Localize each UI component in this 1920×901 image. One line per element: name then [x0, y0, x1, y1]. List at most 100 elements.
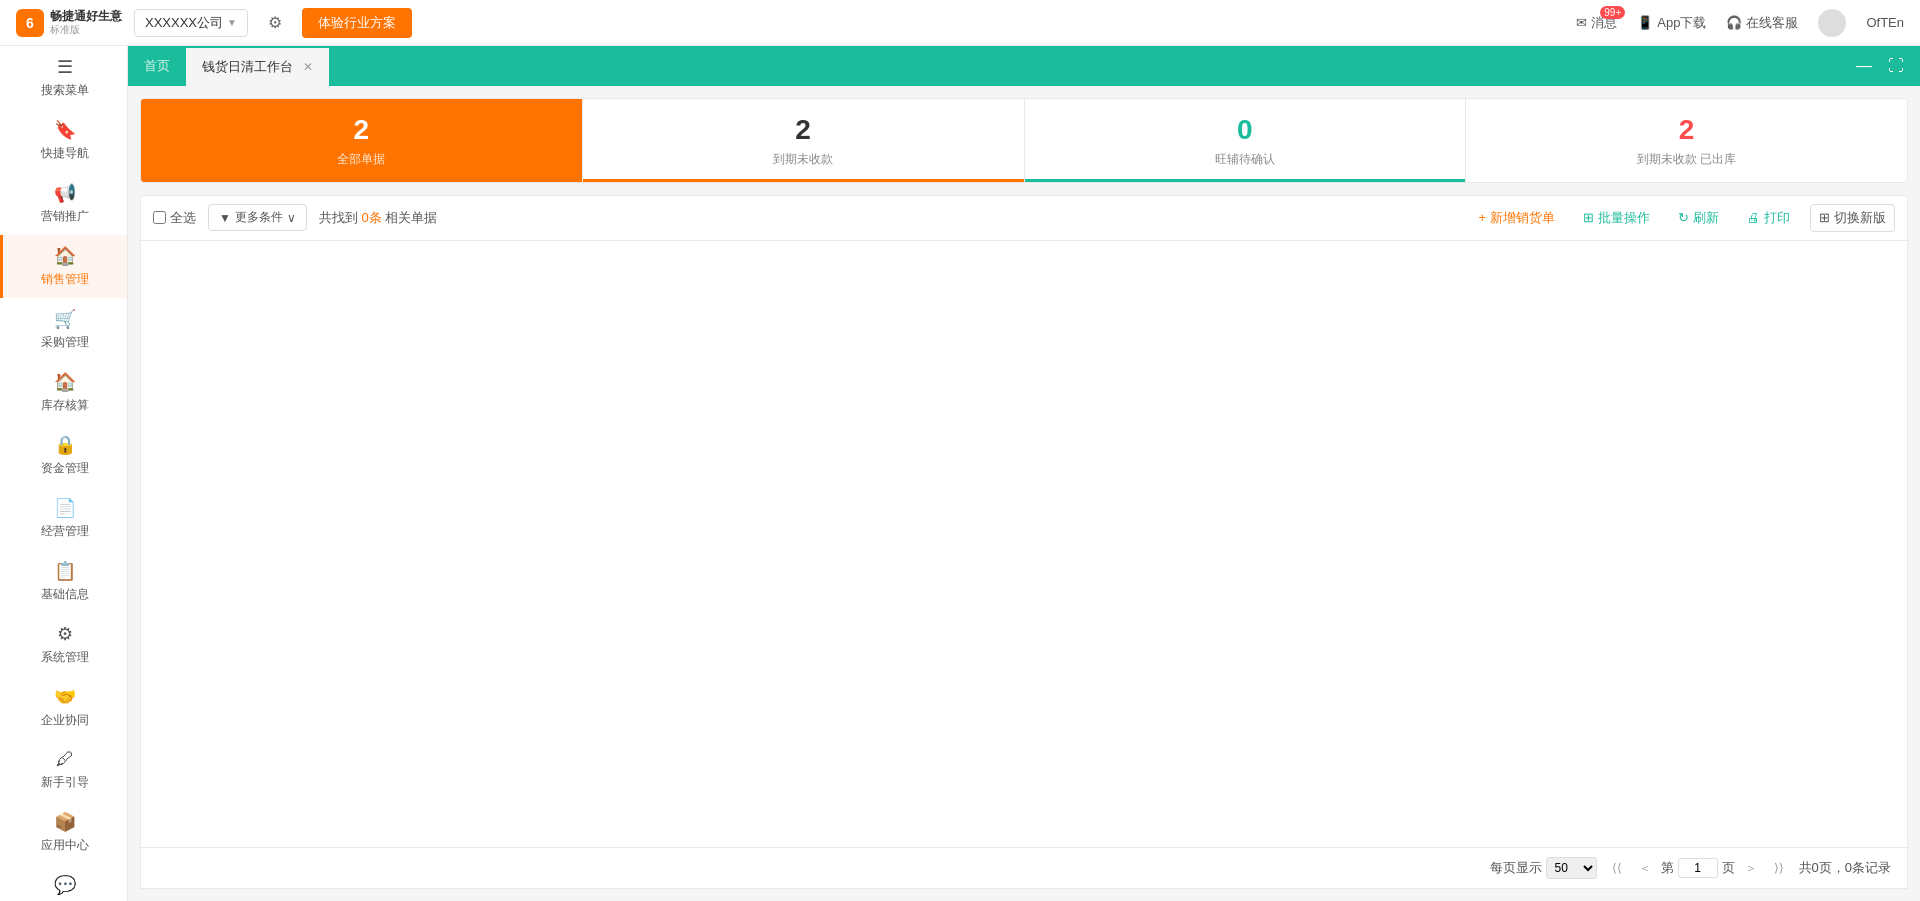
sidebar-item-app-center[interactable]: 📦 应用中心: [0, 801, 127, 864]
sidebar-item-finance[interactable]: 🔒 资金管理: [0, 424, 127, 487]
sidebar-item-label: 应用中心: [41, 837, 89, 854]
chevron-down-icon: ▼: [227, 17, 237, 28]
tab-close-icon[interactable]: ✕: [303, 60, 313, 74]
table-area: [140, 240, 1908, 848]
company-selector[interactable]: XXXXXX公司 ▼: [134, 9, 248, 37]
page-unit: 页: [1722, 859, 1735, 877]
page-nav: ⟨⟨ ＜ 第 页 ＞ ⟩⟩: [1605, 856, 1791, 880]
sidebar-item-sales[interactable]: 🏠 销售管理: [0, 235, 127, 298]
sidebar-item-quick-nav[interactable]: 🔖 快捷导航: [0, 109, 127, 172]
page-size-dropdown[interactable]: 20 50 100: [1546, 857, 1597, 879]
marketing-icon: 📢: [54, 182, 76, 204]
stats-row: 2 全部单据 2 到期未收款 0 旺辅待确认 2 到期未收款 已出库: [140, 98, 1908, 183]
finance-icon: 🔒: [54, 434, 76, 456]
tab-home[interactable]: 首页: [128, 46, 186, 86]
username: OfTEn: [1866, 15, 1904, 30]
stat-card-all[interactable]: 2 全部单据: [141, 99, 583, 182]
refresh-icon: ↻: [1678, 210, 1689, 225]
add-order-button[interactable]: + 新增销货单: [1470, 205, 1563, 231]
tab-bar: 首页 钱货日清工作台 ✕ — ⛶: [128, 46, 1920, 86]
sidebar-item-label: 基础信息: [41, 586, 89, 603]
stat-card-overdue-unshipped[interactable]: 2 到期未收款 已出库: [1466, 99, 1907, 182]
purchase-icon: 🛒: [54, 308, 76, 330]
stat-number-overdue-unshipped: 2: [1679, 113, 1695, 147]
sidebar-item-label: 销售管理: [41, 271, 89, 288]
print-button[interactable]: 🖨 打印: [1739, 205, 1798, 231]
print-label: 打印: [1764, 209, 1790, 227]
sidebar-item-operations[interactable]: 📄 经营管理: [0, 487, 127, 550]
app-name: 畅捷通好生意: [50, 9, 122, 23]
message-icon: ✉: [1576, 15, 1587, 30]
stat-card-overdue-unpaid[interactable]: 2 到期未收款: [583, 99, 1025, 182]
sidebar-item-label: 快捷导航: [41, 145, 89, 162]
sidebar-item-guide[interactable]: 🖊 新手引导: [0, 739, 127, 801]
stat-label-overdue-unpaid: 到期未收款: [773, 151, 833, 168]
header-left: 6 畅捷通好生意 标准版 XXXXXX公司 ▼ ⚙ 体验行业方案: [16, 8, 412, 38]
filter-chevron-icon: ∨: [287, 211, 296, 225]
add-order-label: 新增销货单: [1490, 209, 1555, 227]
batch-operation-button[interactable]: ⊞ 批量操作: [1575, 205, 1658, 231]
last-page-button[interactable]: ⟩⟩: [1767, 856, 1791, 880]
sidebar-item-purchase[interactable]: 🛒 采购管理: [0, 298, 127, 361]
search-menu-icon: ☰: [57, 56, 73, 78]
settings-button[interactable]: ⚙: [260, 8, 290, 38]
switch-version-button[interactable]: ⊞ 切换新版: [1810, 204, 1895, 232]
online-service-button[interactable]: 🎧 在线客服: [1726, 14, 1798, 32]
sidebar-item-marketing[interactable]: 📢 营销推广: [0, 172, 127, 235]
trial-button[interactable]: 体验行业方案: [302, 8, 412, 38]
sidebar-item-search-menu[interactable]: ☰ 搜索菜单: [0, 46, 127, 109]
basic-info-icon: 📋: [54, 560, 76, 582]
page-size-label: 每页显示: [1490, 859, 1542, 877]
main-layout: ☰ 搜索菜单 🔖 快捷导航 📢 营销推广 🏠 销售管理 🛒 采购管理 🏠 库存核…: [0, 46, 1920, 901]
stat-number-all: 2: [354, 113, 370, 147]
service-icon: 🎧: [1726, 15, 1742, 30]
sidebar-item-label: 采购管理: [41, 334, 89, 351]
search-result: 共找到 0条 相关单据: [319, 209, 437, 227]
tab-workspace[interactable]: 钱货日清工作台 ✕: [186, 46, 329, 86]
sidebar-item-label: 资金管理: [41, 460, 89, 477]
sidebar-item-basic-info[interactable]: 📋 基础信息: [0, 550, 127, 613]
tab-home-label: 首页: [144, 57, 170, 75]
message-button[interactable]: ✉ 消息 99+: [1576, 14, 1617, 32]
sidebar-item-label: 系统管理: [41, 649, 89, 666]
refresh-button[interactable]: ↻ 刷新: [1670, 205, 1727, 231]
sidebar-item-system[interactable]: ⚙ 系统管理: [0, 613, 127, 676]
avatar[interactable]: [1818, 9, 1846, 37]
select-all-checkbox[interactable]: 全选: [153, 209, 196, 227]
stat-label-overdue-unshipped: 到期未收款 已出库: [1637, 151, 1736, 168]
select-all-label: 全选: [170, 209, 196, 227]
guide-icon: 🖊: [56, 749, 74, 770]
current-page-input[interactable]: [1678, 858, 1718, 878]
inventory-icon: 🏠: [54, 371, 76, 393]
tab-maximize-button[interactable]: ⛶: [1884, 54, 1908, 78]
prev-page-button[interactable]: ＜: [1633, 856, 1657, 880]
next-page-button[interactable]: ＞: [1739, 856, 1763, 880]
refresh-label: 刷新: [1693, 209, 1719, 227]
filter-button[interactable]: ▼ 更多条件 ∨: [208, 204, 307, 231]
logo-area: 6 畅捷通好生意 标准版: [16, 9, 122, 37]
search-result-suffix: 相关单据: [385, 210, 437, 225]
enterprise-icon: 🤝: [54, 686, 76, 708]
gear-icon: ⚙: [268, 13, 282, 32]
stat-label-pending-confirm: 旺辅待确认: [1215, 151, 1275, 168]
sidebar-item-inventory[interactable]: 🏠 库存核算: [0, 361, 127, 424]
app-version: 标准版: [50, 24, 122, 36]
header-right: ✉ 消息 99+ 📱 App下载 🎧 在线客服 OfTEn: [1576, 9, 1904, 37]
tab-workspace-label: 钱货日清工作台: [202, 58, 293, 76]
sidebar-item-enterprise-wechat[interactable]: 💬 企业微信: [0, 864, 127, 901]
stat-card-pending-confirm[interactable]: 0 旺辅待确认: [1025, 99, 1467, 182]
toolbar-left: 全选 ▼ 更多条件 ∨ 共找到 0条 相关单据: [153, 204, 437, 231]
operations-icon: 📄: [54, 497, 76, 519]
tab-bar-actions: — ⛶: [1852, 54, 1920, 78]
sidebar-item-label: 新手引导: [41, 774, 89, 791]
switch-icon: ⊞: [1819, 210, 1830, 225]
first-page-button[interactable]: ⟨⟨: [1605, 856, 1629, 880]
select-all-input[interactable]: [153, 211, 166, 224]
download-icon: 📱: [1637, 15, 1653, 30]
pagination: 每页显示 20 50 100 ⟨⟨ ＜ 第 页 ＞ ⟩⟩ 共0页，0条记: [140, 848, 1908, 889]
logo-text: 畅捷通好生意 标准版: [50, 9, 122, 35]
sidebar-item-enterprise[interactable]: 🤝 企业协同: [0, 676, 127, 739]
message-badge: 99+: [1600, 6, 1625, 19]
tab-minimize-button[interactable]: —: [1852, 54, 1876, 78]
app-download-button[interactable]: 📱 App下载: [1637, 14, 1706, 32]
